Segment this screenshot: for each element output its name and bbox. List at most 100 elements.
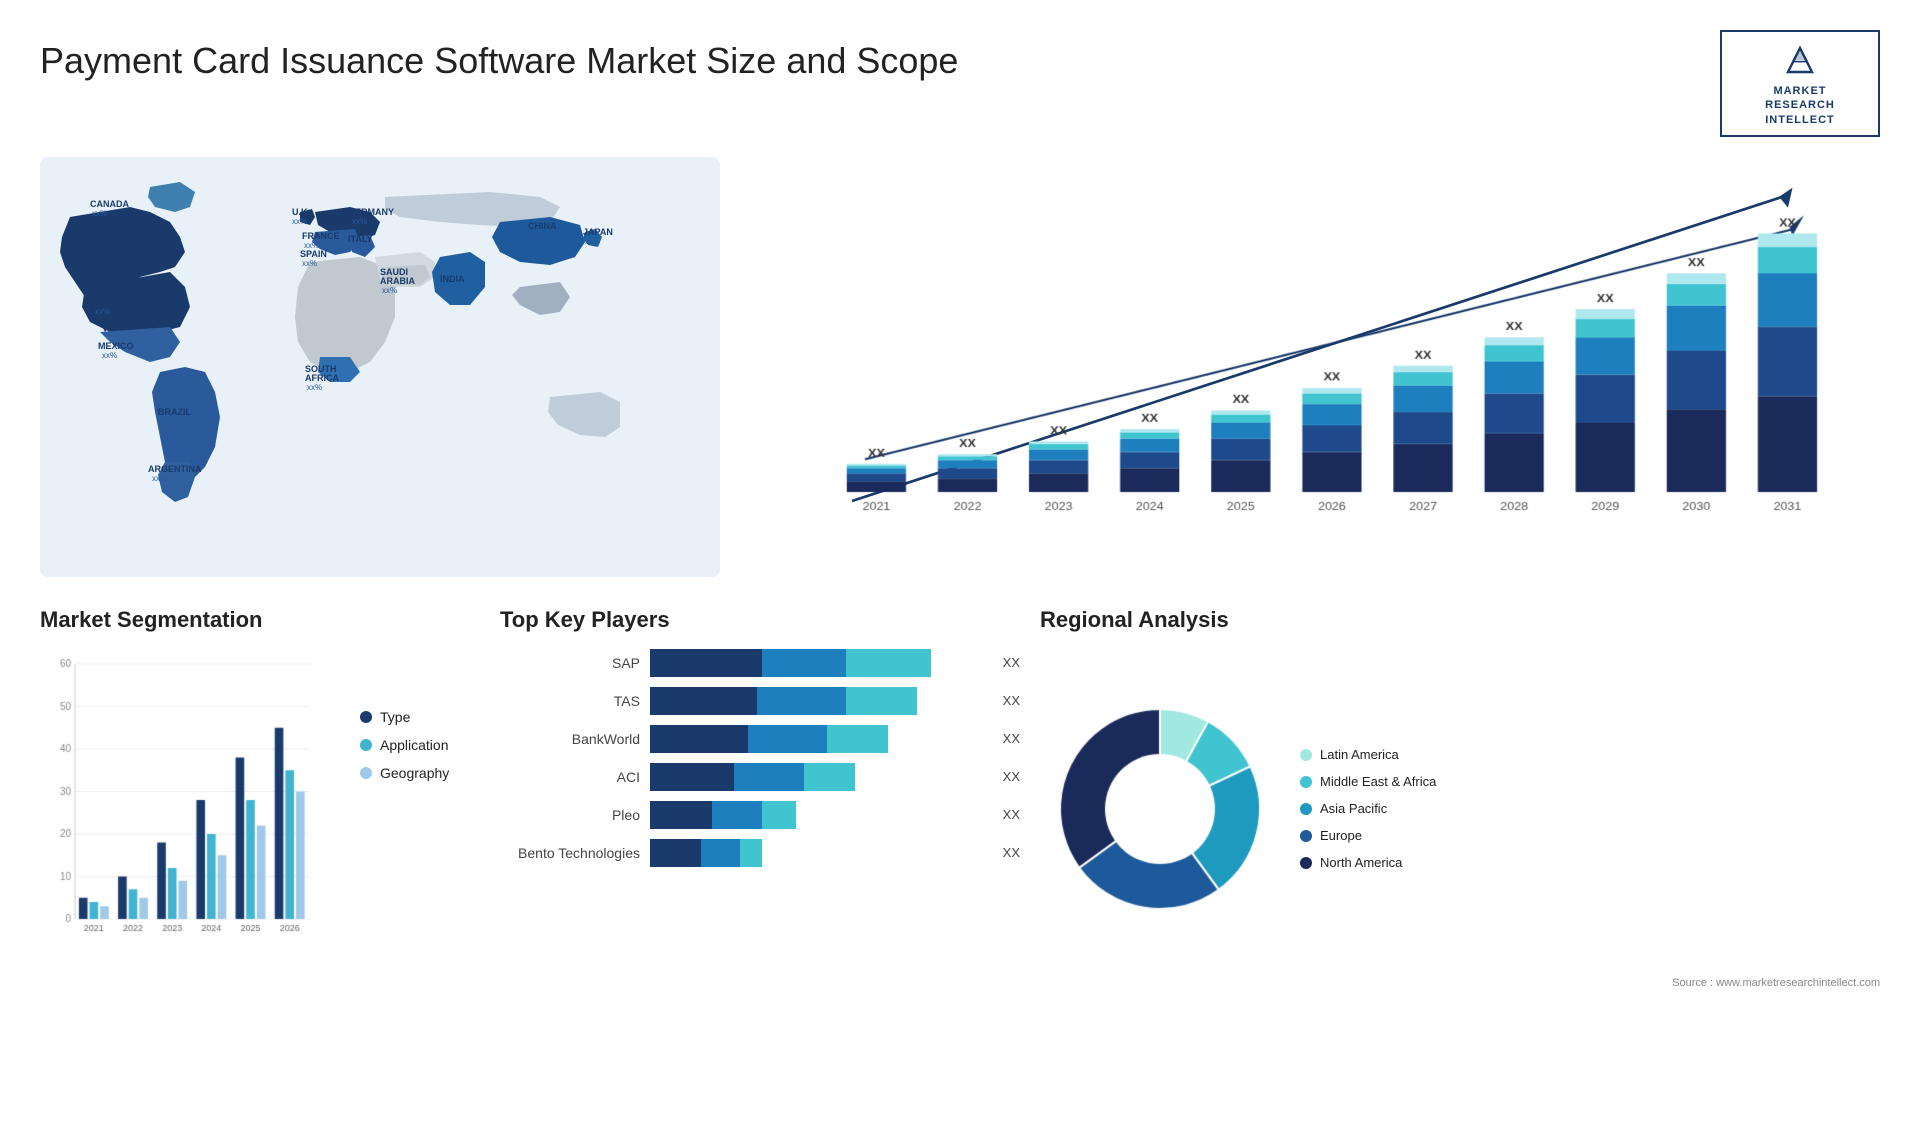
player-value: XX <box>1003 845 1020 860</box>
regional-legend: Latin America Middle East & Africa Asia Pa… <box>1300 747 1436 870</box>
player-name: Bento Technologies <box>500 845 640 861</box>
reg-legend-dot <box>1300 803 1312 815</box>
reg-legend-dot <box>1300 749 1312 761</box>
legend-item: Geography <box>360 765 480 781</box>
players-list: SAP XX TAS XX BankWorld <box>500 649 1020 867</box>
regional-legend-item: Latin America <box>1300 747 1436 762</box>
reg-legend-dot <box>1300 776 1312 788</box>
svg-text:xx%: xx% <box>302 259 317 268</box>
svg-text:ITALY: ITALY <box>348 234 373 244</box>
player-name: ACI <box>500 769 640 785</box>
logo-text: MARKET RESEARCH INTELLECT <box>1765 84 1835 127</box>
reg-legend-label: Europe <box>1320 828 1362 843</box>
regional-title: Regional Analysis <box>1040 607 1880 633</box>
svg-text:FRANCE: FRANCE <box>302 231 340 241</box>
player-value: XX <box>1003 655 1020 670</box>
player-bar-container <box>650 725 987 753</box>
logo-icon <box>1780 40 1820 80</box>
regional-section: Regional Analysis Latin America Middle Ea… <box>1040 607 1880 1027</box>
key-players-section: Top Key Players SAP XX TAS XX <box>500 607 1020 1027</box>
regional-content: Latin America Middle East & Africa Asia Pa… <box>1040 649 1880 969</box>
bar-seg2 <box>712 801 763 829</box>
legend-label: Type <box>380 709 410 725</box>
svg-text:xx%: xx% <box>307 383 322 392</box>
bar-seg3 <box>740 839 762 867</box>
svg-text:xx%: xx% <box>102 351 117 360</box>
bar-seg1 <box>650 649 762 677</box>
bar-seg3 <box>762 801 796 829</box>
bar-seg2 <box>734 763 804 791</box>
segmentation-section: Market Segmentation TypeApplicationGeogr… <box>40 607 480 1027</box>
player-value: XX <box>1003 769 1020 784</box>
player-value: XX <box>1003 731 1020 746</box>
segmentation-legend: Type Application Geography <box>360 649 480 781</box>
svg-text:CANADA: CANADA <box>90 199 129 209</box>
bar-seg3 <box>804 763 855 791</box>
svg-text:xx%: xx% <box>152 474 167 483</box>
svg-text:xx%: xx% <box>350 244 365 253</box>
segmentation-chart-container: Type Application Geography <box>40 649 480 969</box>
player-row: Pleo XX <box>500 801 1020 829</box>
key-players-title: Top Key Players <box>500 607 1020 633</box>
player-name: TAS <box>500 693 640 709</box>
map-section: CANADA xx% U.S. xx% MEXICO xx% BRAZIL xx… <box>40 157 720 577</box>
bar-seg3 <box>827 725 889 753</box>
player-value: XX <box>1003 807 1020 822</box>
reg-legend-label: Latin America <box>1320 747 1399 762</box>
svg-text:xx%: xx% <box>585 237 600 246</box>
legend-item: Application <box>360 737 480 753</box>
svg-text:xx%: xx% <box>382 286 397 295</box>
regional-legend-item: Europe <box>1300 828 1436 843</box>
svg-text:ARGENTINA: ARGENTINA <box>148 464 202 474</box>
logo: MARKET RESEARCH INTELLECT <box>1720 30 1880 137</box>
bar-seg1 <box>650 687 757 715</box>
growth-canvas <box>790 177 1850 537</box>
reg-legend-label: Asia Pacific <box>1320 801 1387 816</box>
player-bar-container <box>650 763 987 791</box>
growth-chart-section <box>740 157 1880 577</box>
bar-seg2 <box>757 687 847 715</box>
player-name: BankWorld <box>500 731 640 747</box>
bar-seg1 <box>650 801 712 829</box>
regional-legend-item: North America <box>1300 855 1436 870</box>
svg-text:ARABIA: ARABIA <box>380 276 415 286</box>
bottom-row: Market Segmentation TypeApplicationGeogr… <box>40 607 1880 1027</box>
svg-text:MEXICO: MEXICO <box>98 341 134 351</box>
bar-seg2 <box>701 839 740 867</box>
player-name: Pleo <box>500 807 640 823</box>
svg-text:xx%: xx% <box>292 217 307 226</box>
legend-dot <box>360 711 372 723</box>
reg-legend-label: North America <box>1320 855 1402 870</box>
page-header: Payment Card Issuance Software Market Si… <box>40 30 1880 137</box>
svg-text:JAPAN: JAPAN <box>583 227 613 237</box>
legend-label: Application <box>380 737 449 753</box>
player-bar-container <box>650 839 987 867</box>
bar-seg3 <box>846 687 916 715</box>
reg-legend-label: Middle East & Africa <box>1320 774 1436 789</box>
player-bar-container <box>650 801 987 829</box>
donut-canvas <box>1040 689 1280 929</box>
regional-legend-item: Asia Pacific <box>1300 801 1436 816</box>
player-bar <box>650 649 931 677</box>
legend-dot <box>360 767 372 779</box>
segmentation-canvas <box>40 649 320 949</box>
legend-item: Type <box>360 709 480 725</box>
regional-legend-item: Middle East & Africa <box>1300 774 1436 789</box>
player-row: SAP XX <box>500 649 1020 677</box>
source-text: Source : www.marketresearchintellect.com <box>1040 977 1880 989</box>
bar-seg1 <box>650 839 701 867</box>
svg-text:SPAIN: SPAIN <box>300 249 327 259</box>
bar-seg3 <box>846 649 930 677</box>
svg-text:GERMANY: GERMANY <box>348 207 394 217</box>
player-row: BankWorld XX <box>500 725 1020 753</box>
player-row: ACI XX <box>500 763 1020 791</box>
svg-text:U.K.: U.K. <box>292 207 310 217</box>
svg-text:xx%: xx% <box>352 217 367 226</box>
player-bar <box>650 687 917 715</box>
bar-seg1 <box>650 725 748 753</box>
svg-text:CHINA: CHINA <box>528 221 557 231</box>
svg-text:INDIA: INDIA <box>440 274 465 284</box>
bar-seg1 <box>650 763 734 791</box>
svg-text:xx%: xx% <box>530 231 545 240</box>
player-bar <box>650 763 855 791</box>
